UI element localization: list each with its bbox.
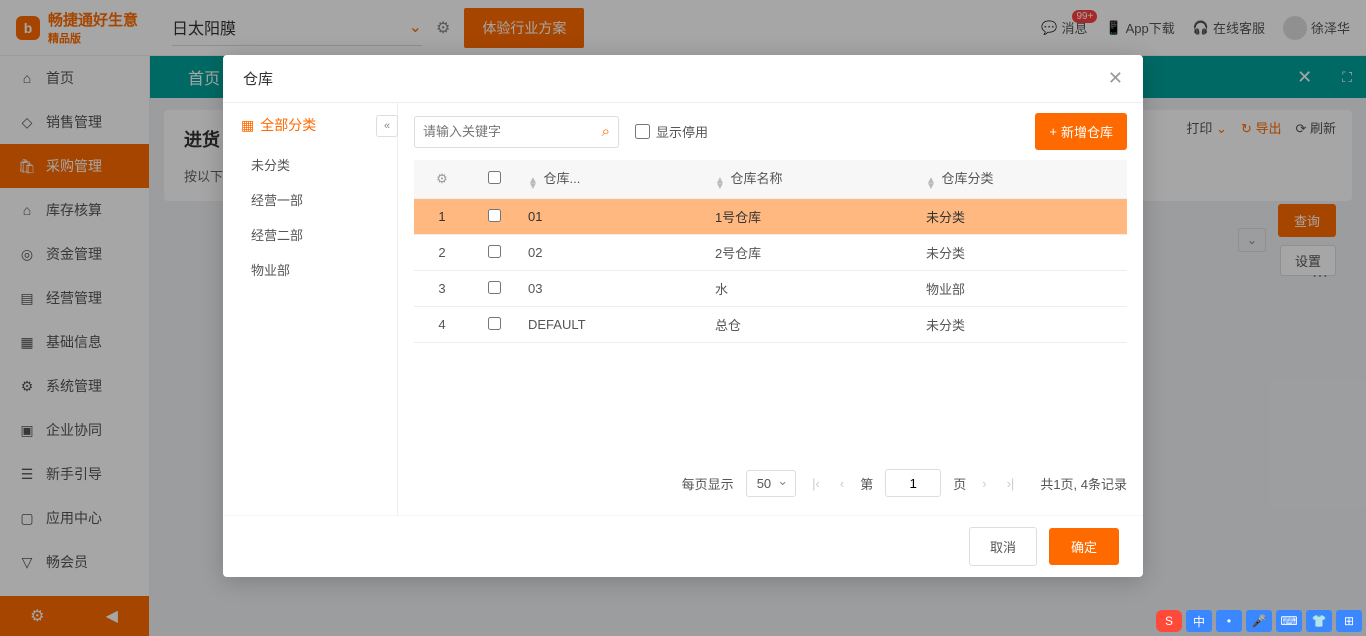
ime-button[interactable]: 👕 [1306, 610, 1332, 632]
grid-icon: ▦ [241, 117, 254, 134]
gear-column-icon[interactable]: ⚙ [414, 160, 470, 199]
show-disabled-checkbox[interactable]: 显示停用 [635, 122, 708, 141]
per-page-select[interactable]: 50 [746, 470, 796, 497]
category-item[interactable]: 经营一部 [223, 182, 397, 217]
ime-button[interactable]: • [1216, 610, 1242, 632]
row-checkbox[interactable] [488, 317, 501, 330]
category-item[interactable]: 物业部 [223, 252, 397, 287]
row-checkbox[interactable] [488, 209, 501, 222]
last-page-icon[interactable]: ›| [1003, 476, 1019, 491]
collapse-panel-icon[interactable]: « [376, 115, 398, 137]
table-row[interactable]: 4DEFAULT总仓未分类 [414, 307, 1127, 343]
add-warehouse-button[interactable]: + 新增仓库 [1035, 113, 1127, 150]
col-name[interactable]: ▲▼ 仓库名称 [705, 160, 916, 199]
cancel-button[interactable]: 取消 [969, 527, 1037, 566]
modal-title: 仓库 [243, 68, 273, 89]
plus-icon: + [1049, 124, 1057, 139]
select-all-checkbox[interactable] [488, 171, 501, 184]
table-wrap: ⚙ ▲▼ 仓库... ▲▼ 仓库名称 ▲▼ 仓库分类 1011号仓库未分类202… [398, 160, 1143, 451]
search-input-wrap: ⌕ [414, 116, 619, 148]
filter-row: ⌕ 显示停用 + 新增仓库 [398, 103, 1143, 160]
prev-page-icon[interactable]: ‹ [836, 476, 848, 491]
row-checkbox[interactable] [488, 281, 501, 294]
ime-button[interactable]: 中 [1186, 610, 1212, 632]
pager: 每页显示 50 |‹ ‹ 第 页 › ›| 共1页, 4条记录 [398, 451, 1143, 515]
warehouse-modal: 仓库 ✕ ▦ 全部分类 未分类经营一部经营二部物业部 « ⌕ 显示停用 [223, 55, 1143, 577]
ime-button[interactable]: 🎤 [1246, 610, 1272, 632]
ime-logo-icon[interactable]: S [1156, 610, 1182, 632]
search-icon[interactable]: ⌕ [602, 123, 610, 140]
category-panel: ▦ 全部分类 未分类经营一部经营二部物业部 « [223, 103, 398, 515]
table-row[interactable]: 303水物业部 [414, 271, 1127, 307]
col-category[interactable]: ▲▼ 仓库分类 [916, 160, 1127, 199]
ime-button[interactable]: ⊞ [1336, 610, 1362, 632]
modal-header: 仓库 ✕ [223, 55, 1143, 103]
table-row[interactable]: 2022号仓库未分类 [414, 235, 1127, 271]
ime-bar: S 中•🎤⌨👕⊞ [1156, 610, 1362, 632]
table-row[interactable]: 1011号仓库未分类 [414, 199, 1127, 235]
search-input[interactable] [423, 124, 602, 139]
next-page-icon[interactable]: › [978, 476, 990, 491]
pager-summary: 共1页, 4条记录 [1040, 474, 1127, 493]
warehouse-table: ⚙ ▲▼ 仓库... ▲▼ 仓库名称 ▲▼ 仓库分类 1011号仓库未分类202… [414, 160, 1127, 343]
page-input[interactable] [885, 469, 941, 497]
close-icon[interactable]: ✕ [1108, 68, 1123, 89]
modal-footer: 取消 确定 [223, 515, 1143, 577]
ime-button[interactable]: ⌨ [1276, 610, 1302, 632]
category-item[interactable]: 经营二部 [223, 217, 397, 252]
all-categories[interactable]: ▦ 全部分类 [223, 103, 397, 147]
first-page-icon[interactable]: |‹ [808, 476, 824, 491]
row-checkbox[interactable] [488, 245, 501, 258]
category-item[interactable]: 未分类 [223, 147, 397, 182]
ok-button[interactable]: 确定 [1049, 528, 1119, 565]
modal-main: ⌕ 显示停用 + 新增仓库 ⚙ ▲▼ 仓库... [398, 103, 1143, 515]
col-code[interactable]: ▲▼ 仓库... [518, 160, 705, 199]
